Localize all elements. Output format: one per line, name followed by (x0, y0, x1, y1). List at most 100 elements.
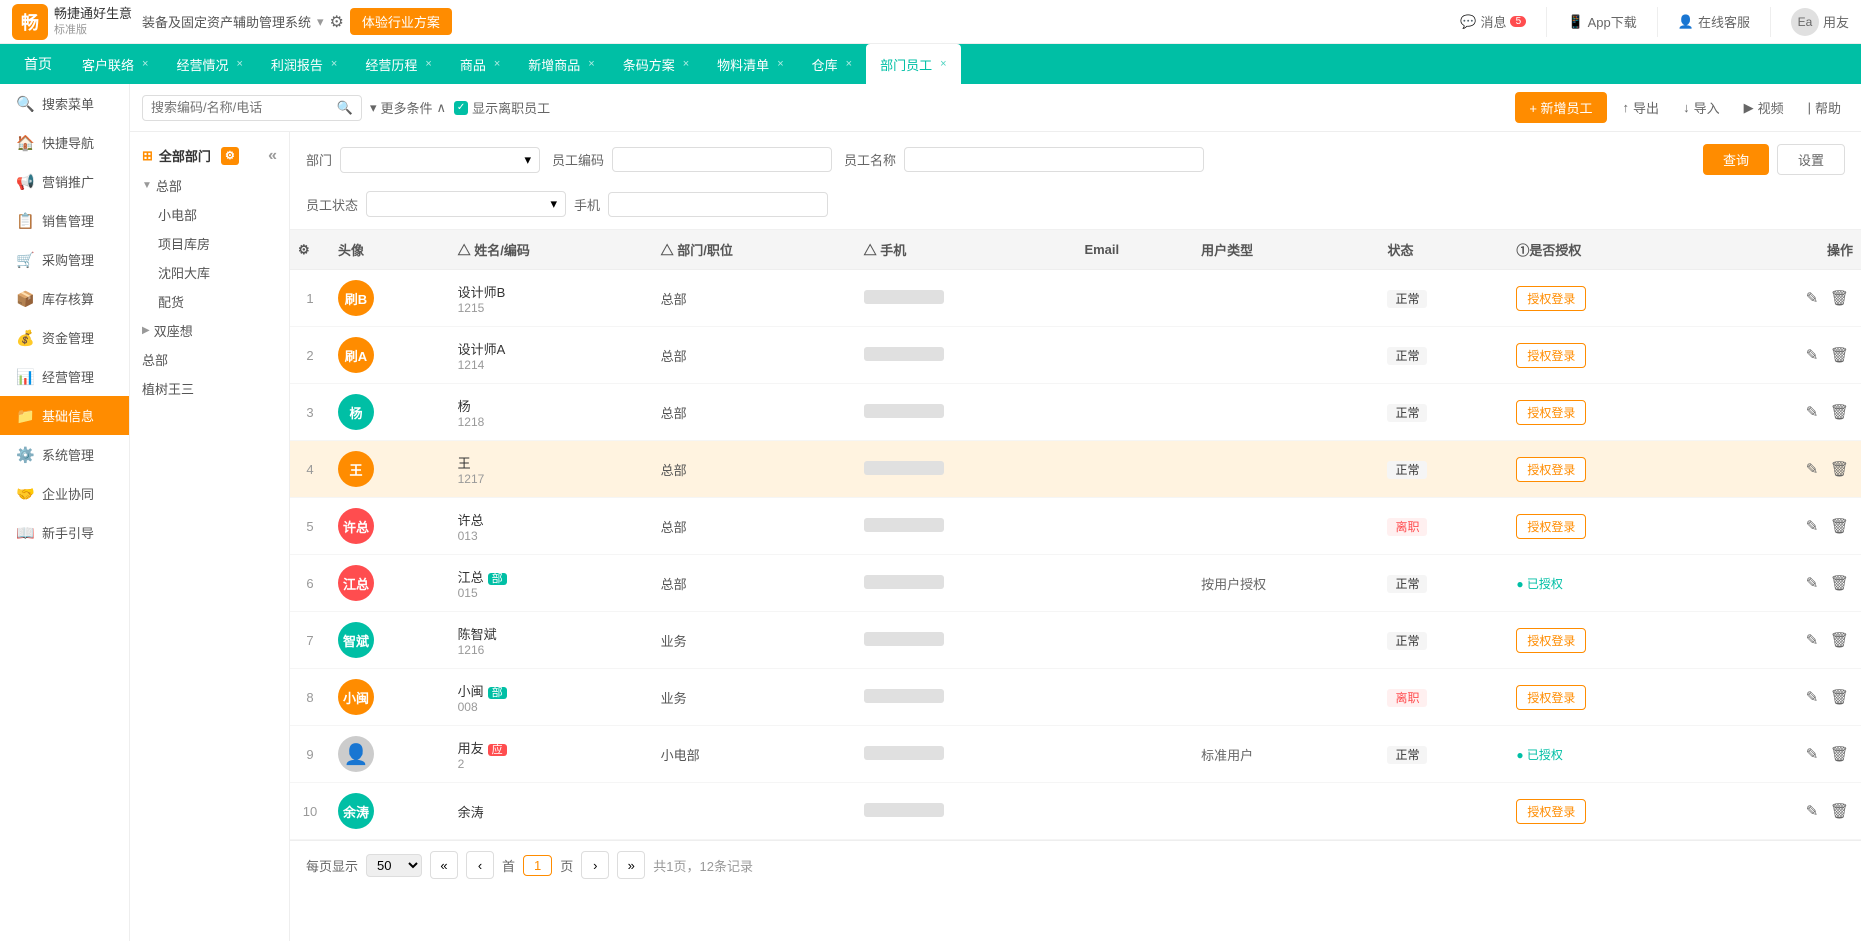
edit-btn[interactable]: ✎ (1802, 287, 1823, 309)
sidebar-item-basic[interactable]: 📁 基础信息 (0, 396, 129, 435)
dept-item-xiaodianbu[interactable]: 小电部 (130, 200, 289, 229)
auth-login-btn[interactable]: 授权登录 (1516, 799, 1586, 824)
sidebar-item-marketing[interactable]: 📢 营销推广 (0, 162, 129, 201)
auth-login-btn[interactable]: 授权登录 (1516, 457, 1586, 482)
sidebar-item-purchase[interactable]: 🛒 采购管理 (0, 240, 129, 279)
current-page[interactable]: 1 (523, 855, 552, 876)
page-size-select[interactable]: 50 100 (366, 854, 422, 877)
edit-btn[interactable]: ✎ (1802, 572, 1823, 594)
query-button[interactable]: 查询 (1703, 144, 1769, 175)
nav-tab-warehouse[interactable]: 仓库 × (798, 44, 866, 84)
emp-code-input[interactable] (612, 147, 832, 172)
dept-select[interactable]: ▾ (340, 147, 540, 173)
delete-btn[interactable]: 🗑 (1826, 344, 1853, 366)
dept-item-peihuo[interactable]: 配货 (130, 287, 289, 316)
sidebar-item-search[interactable]: 🔍 搜索菜单 (0, 84, 129, 123)
emp-name-input[interactable] (904, 147, 1204, 172)
close-icon[interactable]: × (846, 58, 852, 70)
close-icon[interactable]: × (425, 58, 431, 70)
message-action[interactable]: 💬 消息 5 (1460, 12, 1526, 31)
search-input[interactable] (151, 100, 331, 115)
edit-btn[interactable]: ✎ (1802, 686, 1823, 708)
dept-settings-icon[interactable]: ⚙ (221, 147, 239, 165)
auth-login-btn[interactable]: 授权登录 (1516, 343, 1586, 368)
auth-login-btn[interactable]: 授权登录 (1516, 514, 1586, 539)
sidebar-item-stock[interactable]: 📦 库存核算 (0, 279, 129, 318)
first-page-btn[interactable]: « (430, 851, 458, 879)
export-btn[interactable]: ↑ 导出 (1615, 94, 1668, 121)
delete-btn[interactable]: 🗑 (1826, 458, 1853, 480)
nav-tab-addgoods[interactable]: 新增商品 × (514, 44, 608, 84)
add-employee-button[interactable]: + 新增员工 (1515, 92, 1606, 123)
nav-tab-history[interactable]: 经营历程 × (351, 44, 445, 84)
user-action[interactable]: Ea 用友 (1791, 8, 1849, 36)
delete-btn[interactable]: 🗑 (1826, 686, 1853, 708)
import-btn[interactable]: ↓ 导入 (1675, 94, 1728, 121)
dept-item-xiangmukufang[interactable]: 项目库房 (130, 229, 289, 258)
dept-item-zongbu[interactable]: ▼ 总部 (130, 171, 289, 200)
close-icon[interactable]: × (142, 58, 148, 70)
gear-icon[interactable]: ⚙ (330, 12, 344, 32)
col-dept[interactable]: △ 部门/职位 (653, 230, 856, 270)
edit-btn[interactable]: ✎ (1802, 800, 1823, 822)
delete-btn[interactable]: 🗑 (1826, 743, 1853, 765)
delete-btn[interactable]: 🗑 (1826, 401, 1853, 423)
sidebar-item-guide[interactable]: 📖 新手引导 (0, 513, 129, 552)
close-icon[interactable]: × (588, 58, 594, 70)
edit-btn[interactable]: ✎ (1802, 401, 1823, 423)
close-icon[interactable]: × (683, 58, 689, 70)
col-settings[interactable]: ⚙ (290, 230, 330, 270)
edit-btn[interactable]: ✎ (1802, 743, 1823, 765)
auth-login-btn[interactable]: 授权登录 (1516, 400, 1586, 425)
nav-tab-employees[interactable]: 部门员工 × (866, 44, 960, 84)
delete-btn[interactable]: 🗑 (1826, 515, 1853, 537)
edit-btn[interactable]: ✎ (1802, 458, 1823, 480)
edit-btn[interactable]: ✎ (1802, 515, 1823, 537)
dept-collapse-icon[interactable]: « (268, 147, 277, 165)
next-page-btn[interactable]: › (581, 851, 609, 879)
dept-item-zongbu2[interactable]: 总部 (130, 345, 289, 374)
sidebar-item-finance[interactable]: 💰 资金管理 (0, 318, 129, 357)
nav-tab-customer[interactable]: 客户联络 × (68, 44, 162, 84)
dept-item-zhishuwangsan[interactable]: 植树王三 (130, 374, 289, 403)
delete-btn[interactable]: 🗑 (1826, 629, 1853, 651)
sidebar-item-quicknav[interactable]: 🏠 快捷导航 (0, 123, 129, 162)
dept-item-shuangzuoxiang[interactable]: ▶ 双座想 (130, 316, 289, 345)
nav-tab-barcode[interactable]: 条码方案 × (609, 44, 703, 84)
nav-tab-operation[interactable]: 经营情况 × (162, 44, 256, 84)
app-download-action[interactable]: 📱 App下载 (1567, 12, 1636, 31)
status-select[interactable]: ▾ (366, 191, 566, 217)
search-bar[interactable]: 🔍 (142, 95, 362, 121)
sidebar-item-enterprise[interactable]: 🤝 企业协同 (0, 474, 129, 513)
sys-title-dropdown-icon[interactable]: ▾ (317, 14, 324, 30)
auth-login-btn[interactable]: 授权登录 (1516, 628, 1586, 653)
service-action[interactable]: 👤 在线客服 (1678, 12, 1750, 31)
sidebar-item-operation[interactable]: 📊 经营管理 (0, 357, 129, 396)
col-phone[interactable]: △ 手机 (856, 230, 1077, 270)
last-page-btn[interactable]: » (617, 851, 645, 879)
set-button[interactable]: 设置 (1777, 144, 1845, 175)
col-name[interactable]: △ 姓名/编码 (450, 230, 653, 270)
delete-btn[interactable]: 🗑 (1826, 800, 1853, 822)
close-icon[interactable]: × (331, 58, 337, 70)
filter-more-btn[interactable]: ▾ 更多条件 ∧ (370, 98, 446, 117)
sidebar-item-sales[interactable]: 📋 销售管理 (0, 201, 129, 240)
close-icon[interactable]: × (494, 58, 500, 70)
delete-btn[interactable]: 🗑 (1826, 287, 1853, 309)
edit-btn[interactable]: ✎ (1802, 629, 1823, 651)
sidebar-item-system[interactable]: ⚙️ 系统管理 (0, 435, 129, 474)
nav-tab-goods[interactable]: 商品 × (446, 44, 514, 84)
nav-tab-home[interactable]: 首页 (8, 44, 68, 84)
nav-tab-profit[interactable]: 利润报告 × (257, 44, 351, 84)
trial-button[interactable]: 体验行业方案 (350, 8, 452, 35)
close-icon[interactable]: × (777, 58, 783, 70)
phone-input[interactable] (608, 192, 828, 217)
help-btn[interactable]: | 帮助 (1800, 94, 1849, 121)
close-icon[interactable]: × (940, 58, 946, 70)
edit-btn[interactable]: ✎ (1802, 344, 1823, 366)
dept-item-shenyangdaku[interactable]: 沈阳大库 (130, 258, 289, 287)
delete-btn[interactable]: 🗑 (1826, 572, 1853, 594)
close-icon[interactable]: × (236, 58, 242, 70)
nav-tab-bom[interactable]: 物料清单 × (703, 44, 797, 84)
video-btn[interactable]: ▶ 视频 (1736, 94, 1792, 121)
